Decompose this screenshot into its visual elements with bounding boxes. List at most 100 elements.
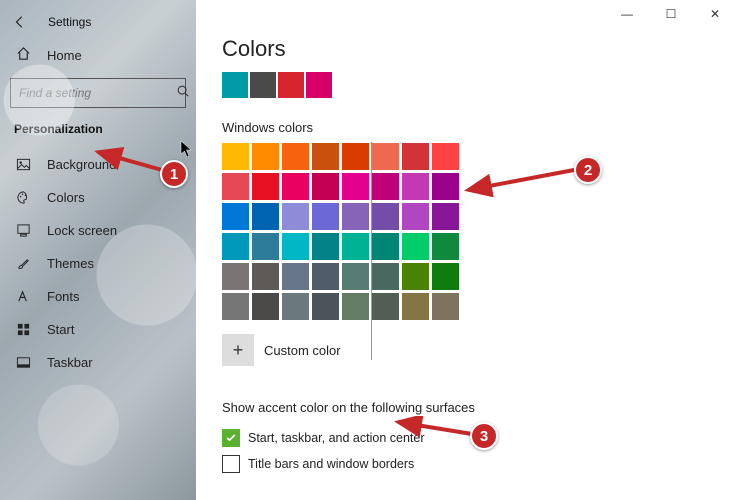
color-swatch[interactable] xyxy=(432,293,459,320)
annotation-badge-2: 2 xyxy=(574,156,602,184)
color-swatch[interactable] xyxy=(402,293,429,320)
sidebar-category: Personalization xyxy=(0,118,196,148)
color-swatch[interactable] xyxy=(432,233,459,260)
lock-icon xyxy=(16,223,31,238)
color-swatch[interactable] xyxy=(372,233,399,260)
color-swatch[interactable] xyxy=(282,203,309,230)
search-box[interactable] xyxy=(10,78,186,108)
sidebar-item-label: Start xyxy=(47,322,74,337)
color-swatch[interactable] xyxy=(222,203,249,230)
sidebar-item-lock-screen[interactable]: Lock screen xyxy=(0,214,196,247)
color-swatch[interactable] xyxy=(252,233,279,260)
sidebar-item-label: Taskbar xyxy=(47,355,93,370)
sidebar-item-start[interactable]: Start xyxy=(0,313,196,346)
color-swatch[interactable] xyxy=(312,263,339,290)
content-area: — ☐ ✕ Colors Windows colors + Custom col… xyxy=(196,0,737,500)
sidebar-item-label: Themes xyxy=(47,256,94,271)
checkbox-titlebars[interactable]: Title bars and window borders xyxy=(222,451,711,477)
color-swatch[interactable] xyxy=(342,143,369,170)
custom-color-button[interactable]: + xyxy=(222,334,254,366)
color-swatch[interactable] xyxy=(252,293,279,320)
font-icon xyxy=(16,289,31,304)
color-swatch[interactable] xyxy=(372,203,399,230)
page-title: Colors xyxy=(222,36,711,62)
color-swatch[interactable] xyxy=(282,293,309,320)
checkbox-icon xyxy=(222,455,240,473)
color-swatch[interactable] xyxy=(432,263,459,290)
sidebar-item-taskbar[interactable]: Taskbar xyxy=(0,346,196,379)
color-swatch[interactable] xyxy=(312,203,339,230)
color-swatch[interactable] xyxy=(252,143,279,170)
color-swatch[interactable] xyxy=(402,233,429,260)
accent-swatch xyxy=(222,72,248,98)
color-swatch[interactable] xyxy=(342,173,369,200)
color-swatch[interactable] xyxy=(342,263,369,290)
color-swatch[interactable] xyxy=(252,173,279,200)
color-swatch[interactable] xyxy=(222,173,249,200)
color-swatch[interactable] xyxy=(282,173,309,200)
color-swatch[interactable] xyxy=(312,293,339,320)
color-swatch[interactable] xyxy=(282,263,309,290)
custom-color-label: Custom color xyxy=(264,343,341,358)
home-icon xyxy=(16,46,31,64)
sidebar-item-themes[interactable]: Themes xyxy=(0,247,196,280)
color-swatch[interactable] xyxy=(222,233,249,260)
sidebar-item-home[interactable]: Home xyxy=(0,38,196,72)
color-swatch[interactable] xyxy=(402,143,429,170)
color-swatch[interactable] xyxy=(312,233,339,260)
sidebar-home-label: Home xyxy=(47,48,82,63)
accent-surfaces-label: Show accent color on the following surfa… xyxy=(222,400,711,415)
accent-swatch xyxy=(306,72,332,98)
color-swatch[interactable] xyxy=(222,143,249,170)
color-swatch[interactable] xyxy=(342,233,369,260)
palette-icon xyxy=(16,190,31,205)
color-swatch[interactable] xyxy=(222,293,249,320)
color-swatch[interactable] xyxy=(282,143,309,170)
color-swatch[interactable] xyxy=(432,173,459,200)
color-swatch[interactable] xyxy=(432,203,459,230)
color-swatch[interactable] xyxy=(402,173,429,200)
sidebar-item-fonts[interactable]: Fonts xyxy=(0,280,196,313)
accent-swatch xyxy=(250,72,276,98)
search-icon xyxy=(176,84,190,103)
cursor-icon xyxy=(180,140,194,158)
sidebar-item-label: Fonts xyxy=(47,289,80,304)
color-swatch[interactable] xyxy=(312,173,339,200)
back-button[interactable] xyxy=(6,8,34,36)
annotation-badge-3: 3 xyxy=(470,422,498,450)
color-swatch[interactable] xyxy=(252,203,279,230)
color-swatch[interactable] xyxy=(312,143,339,170)
color-swatch[interactable] xyxy=(222,263,249,290)
maximize-button[interactable]: ☐ xyxy=(649,0,693,28)
color-swatch[interactable] xyxy=(252,263,279,290)
accent-preview-row xyxy=(222,72,711,98)
close-button[interactable]: ✕ xyxy=(693,0,737,28)
color-swatch[interactable] xyxy=(342,203,369,230)
sidebar-item-label: Colors xyxy=(47,190,85,205)
minimize-button[interactable]: — xyxy=(605,0,649,28)
window-controls: — ☐ ✕ xyxy=(605,0,737,28)
color-swatch[interactable] xyxy=(372,263,399,290)
image-icon xyxy=(16,157,31,172)
sidebar-item-label: Lock screen xyxy=(47,223,117,238)
checkbox-label: Title bars and window borders xyxy=(248,457,414,471)
color-swatch[interactable] xyxy=(282,233,309,260)
taskbar-icon xyxy=(16,355,31,370)
start-icon xyxy=(16,322,31,337)
color-swatch[interactable] xyxy=(372,173,399,200)
color-swatch[interactable] xyxy=(402,203,429,230)
window-title: Settings xyxy=(48,15,91,29)
search-input[interactable] xyxy=(19,86,176,100)
checkbox-label: Start, taskbar, and action center xyxy=(248,431,425,445)
color-grid xyxy=(222,143,459,320)
color-swatch[interactable] xyxy=(342,293,369,320)
windows-colors-label: Windows colors xyxy=(222,120,711,135)
checkbox-icon xyxy=(222,429,240,447)
color-swatch[interactable] xyxy=(372,143,399,170)
plus-icon: + xyxy=(233,340,244,361)
checkbox-start-taskbar[interactable]: Start, taskbar, and action center xyxy=(222,425,711,451)
color-swatch[interactable] xyxy=(402,263,429,290)
color-swatch[interactable] xyxy=(372,293,399,320)
color-swatch[interactable] xyxy=(432,143,459,170)
annotation-badge-1: 1 xyxy=(160,160,188,188)
